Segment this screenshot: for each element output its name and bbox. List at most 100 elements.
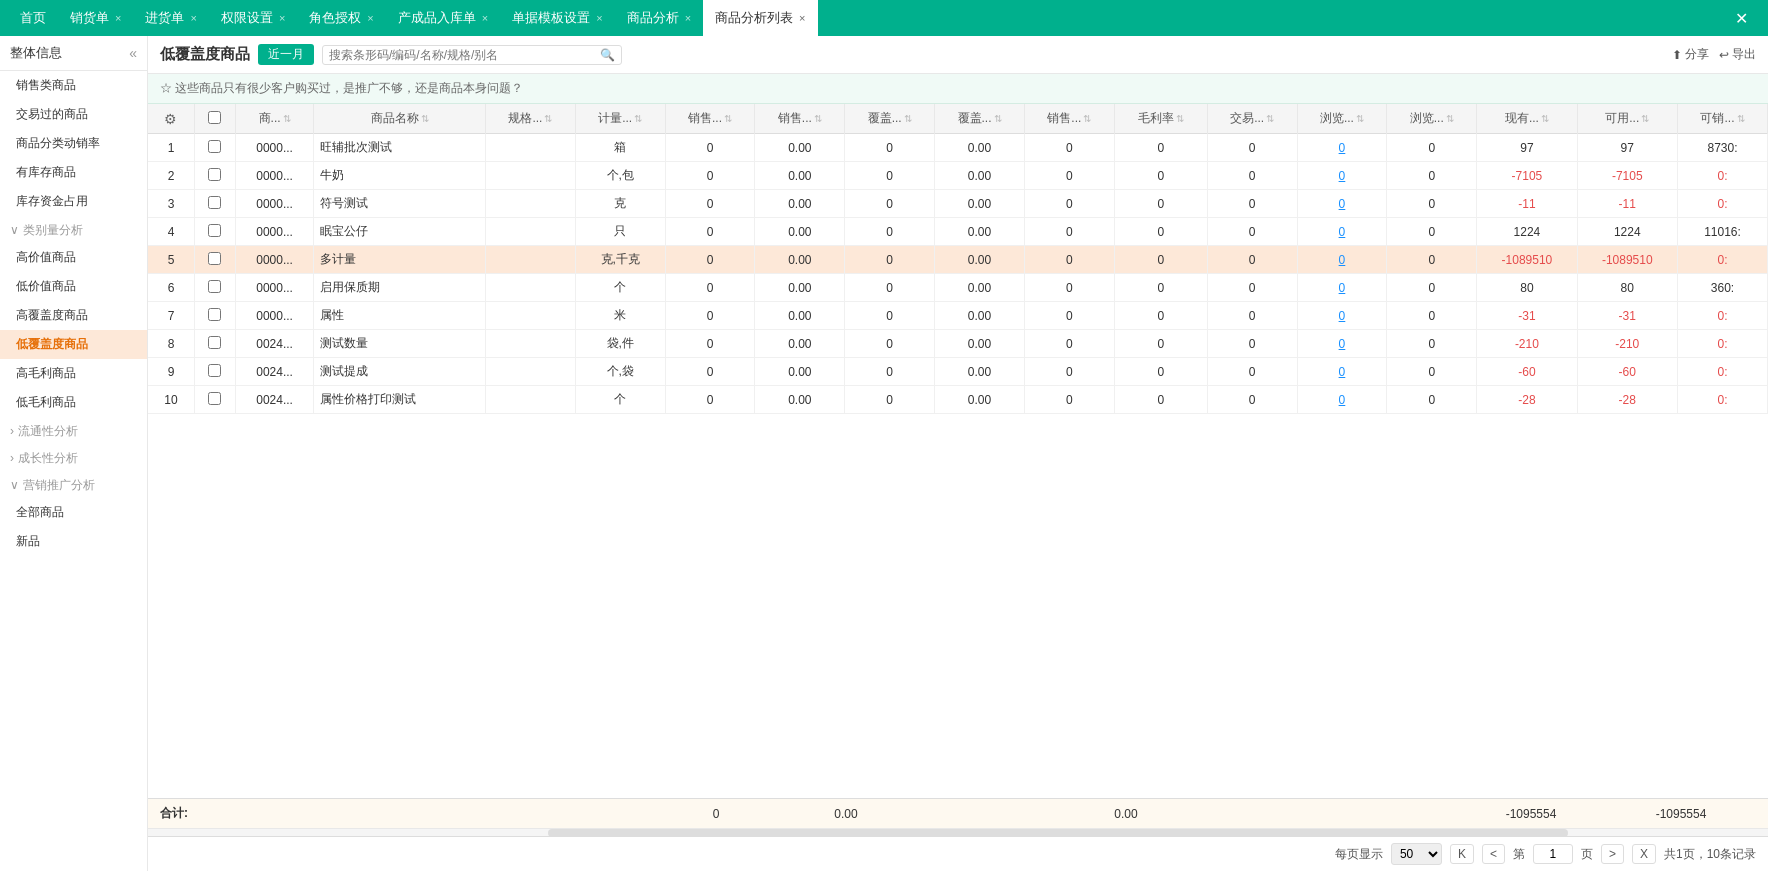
- row-select-checkbox[interactable]: [208, 308, 221, 321]
- last-page-button[interactable]: X: [1632, 844, 1656, 864]
- sidebar-group-title-flow[interactable]: ›流通性分析: [0, 417, 147, 444]
- sidebar-item-new-goods[interactable]: 新品: [0, 527, 147, 556]
- row-select-checkbox[interactable]: [208, 168, 221, 181]
- page-input[interactable]: [1533, 844, 1573, 864]
- row-browse1[interactable]: 0: [1297, 190, 1387, 218]
- sidebar-item-low-margin[interactable]: 低毛利商品: [0, 388, 147, 417]
- sidebar-group-title-marketing[interactable]: ∨营销推广分析: [0, 471, 147, 498]
- sidebar-item-high-coverage[interactable]: 高覆盖度商品: [0, 301, 147, 330]
- row-checkbox[interactable]: [194, 246, 235, 274]
- row-checkbox[interactable]: [194, 134, 235, 162]
- row-num: 9: [148, 358, 194, 386]
- checkbox-column-header[interactable]: [194, 104, 235, 134]
- sales-qty-column-header[interactable]: 销售...⇅: [665, 104, 755, 134]
- sidebar-item-traded-goods[interactable]: 交易过的商品: [0, 100, 147, 129]
- search-input[interactable]: [329, 48, 600, 62]
- row-select-checkbox[interactable]: [208, 280, 221, 293]
- next-page-button[interactable]: >: [1601, 844, 1624, 864]
- sidebar-item-low-value[interactable]: 低价值商品: [0, 272, 147, 301]
- settings-icon[interactable]: ⚙: [164, 111, 177, 127]
- close-icon[interactable]: ×: [279, 12, 285, 24]
- prev-page-button[interactable]: <: [1482, 844, 1505, 864]
- row-checkbox[interactable]: [194, 274, 235, 302]
- sidebar-group-title-category[interactable]: ∨类别量分析: [0, 216, 147, 243]
- browse2-column-header[interactable]: 浏览...⇅: [1387, 104, 1477, 134]
- export-button[interactable]: ↩ 导出: [1719, 46, 1756, 63]
- row-browse1[interactable]: 0: [1297, 246, 1387, 274]
- sidebar-group-title-growth[interactable]: ›成长性分析: [0, 444, 147, 471]
- current-stock-column-header[interactable]: 现有...⇅: [1477, 104, 1577, 134]
- row-checkbox[interactable]: [194, 358, 235, 386]
- sidebar-item-stock-capital[interactable]: 库存资金占用: [0, 187, 147, 216]
- sidebar-item-high-margin[interactable]: 高毛利商品: [0, 359, 147, 388]
- nav-item-permission[interactable]: 权限设置 ×: [209, 0, 297, 36]
- close-icon[interactable]: ×: [367, 12, 373, 24]
- nav-item-sales[interactable]: 销货单 ×: [58, 0, 133, 36]
- first-page-button[interactable]: K: [1450, 844, 1474, 864]
- row-browse1[interactable]: 0: [1297, 274, 1387, 302]
- sales-count-column-header[interactable]: 销售...⇅: [1024, 104, 1114, 134]
- nav-item-template[interactable]: 单据模板设置 ×: [500, 0, 614, 36]
- row-checkbox[interactable]: [194, 190, 235, 218]
- row-checkbox[interactable]: [194, 302, 235, 330]
- nav-item-role[interactable]: 角色授权 ×: [297, 0, 385, 36]
- row-select-checkbox[interactable]: [208, 364, 221, 377]
- row-select-checkbox[interactable]: [208, 336, 221, 349]
- nav-item-purchase[interactable]: 进货单 ×: [133, 0, 208, 36]
- nav-item-home[interactable]: 首页: [8, 0, 58, 36]
- cover1-column-header[interactable]: 覆盖...⇅: [845, 104, 935, 134]
- row-gross-margin: 0: [1114, 162, 1207, 190]
- table-container[interactable]: ⚙ 商...⇅ 商品名称⇅ 规格...⇅ 计量...⇅ 销售...⇅ 销售...…: [148, 104, 1768, 798]
- row-browse1[interactable]: 0: [1297, 386, 1387, 414]
- sales-amount-column-header[interactable]: 销售...⇅: [755, 104, 845, 134]
- page-size-select[interactable]: 50 100 200: [1391, 843, 1442, 865]
- close-icon[interactable]: ×: [685, 12, 691, 24]
- trade-column-header[interactable]: 交易...⇅: [1207, 104, 1297, 134]
- row-select-checkbox[interactable]: [208, 392, 221, 405]
- share-button[interactable]: ⬆ 分享: [1672, 46, 1709, 63]
- close-icon[interactable]: ×: [596, 12, 602, 24]
- row-select-checkbox[interactable]: [208, 252, 221, 265]
- row-checkbox[interactable]: [194, 162, 235, 190]
- row-checkbox[interactable]: [194, 386, 235, 414]
- nav-item-analysis[interactable]: 商品分析 ×: [615, 0, 703, 36]
- row-select-checkbox[interactable]: [208, 196, 221, 209]
- close-icon[interactable]: ×: [799, 12, 805, 24]
- nav-item-analysis-list[interactable]: 商品分析列表 ×: [703, 0, 817, 36]
- row-browse1[interactable]: 0: [1297, 330, 1387, 358]
- spec-column-header[interactable]: 规格...⇅: [485, 104, 575, 134]
- row-cover1: 0: [845, 246, 935, 274]
- saleable-column-header[interactable]: 可销...⇅: [1677, 104, 1767, 134]
- browse1-column-header[interactable]: 浏览...⇅: [1297, 104, 1387, 134]
- settings-column-header[interactable]: ⚙: [148, 104, 194, 134]
- sidebar-item-sales-goods[interactable]: 销售类商品: [0, 71, 147, 100]
- period-button[interactable]: 近一月: [258, 44, 314, 65]
- row-browse1[interactable]: 0: [1297, 218, 1387, 246]
- close-icon[interactable]: ×: [482, 12, 488, 24]
- code-column-header[interactable]: 商...⇅: [235, 104, 313, 134]
- row-checkbox[interactable]: [194, 330, 235, 358]
- window-close-button[interactable]: ✕: [1723, 9, 1760, 28]
- row-browse1[interactable]: 0: [1297, 134, 1387, 162]
- unit-column-header[interactable]: 计量...⇅: [575, 104, 665, 134]
- row-browse1[interactable]: 0: [1297, 302, 1387, 330]
- close-icon[interactable]: ×: [190, 12, 196, 24]
- close-icon[interactable]: ×: [115, 12, 121, 24]
- sidebar-item-stocked-goods[interactable]: 有库存商品: [0, 158, 147, 187]
- row-browse1[interactable]: 0: [1297, 162, 1387, 190]
- cover2-column-header[interactable]: 覆盖...⇅: [935, 104, 1025, 134]
- sidebar-item-category-rate[interactable]: 商品分类动销率: [0, 129, 147, 158]
- gross-margin-column-header[interactable]: 毛利率⇅: [1114, 104, 1207, 134]
- select-all-checkbox[interactable]: [208, 111, 221, 124]
- name-column-header[interactable]: 商品名称⇅: [314, 104, 486, 134]
- sidebar-item-low-coverage[interactable]: 低覆盖度商品: [0, 330, 147, 359]
- row-browse1[interactable]: 0: [1297, 358, 1387, 386]
- available-stock-column-header[interactable]: 可用...⇅: [1577, 104, 1677, 134]
- row-select-checkbox[interactable]: [208, 224, 221, 237]
- sidebar-item-high-value[interactable]: 高价值商品: [0, 243, 147, 272]
- row-checkbox[interactable]: [194, 218, 235, 246]
- sidebar-item-all-goods[interactable]: 全部商品: [0, 498, 147, 527]
- nav-item-product-in[interactable]: 产成品入库单 ×: [386, 0, 500, 36]
- row-select-checkbox[interactable]: [208, 140, 221, 153]
- collapse-button[interactable]: «: [129, 45, 137, 61]
